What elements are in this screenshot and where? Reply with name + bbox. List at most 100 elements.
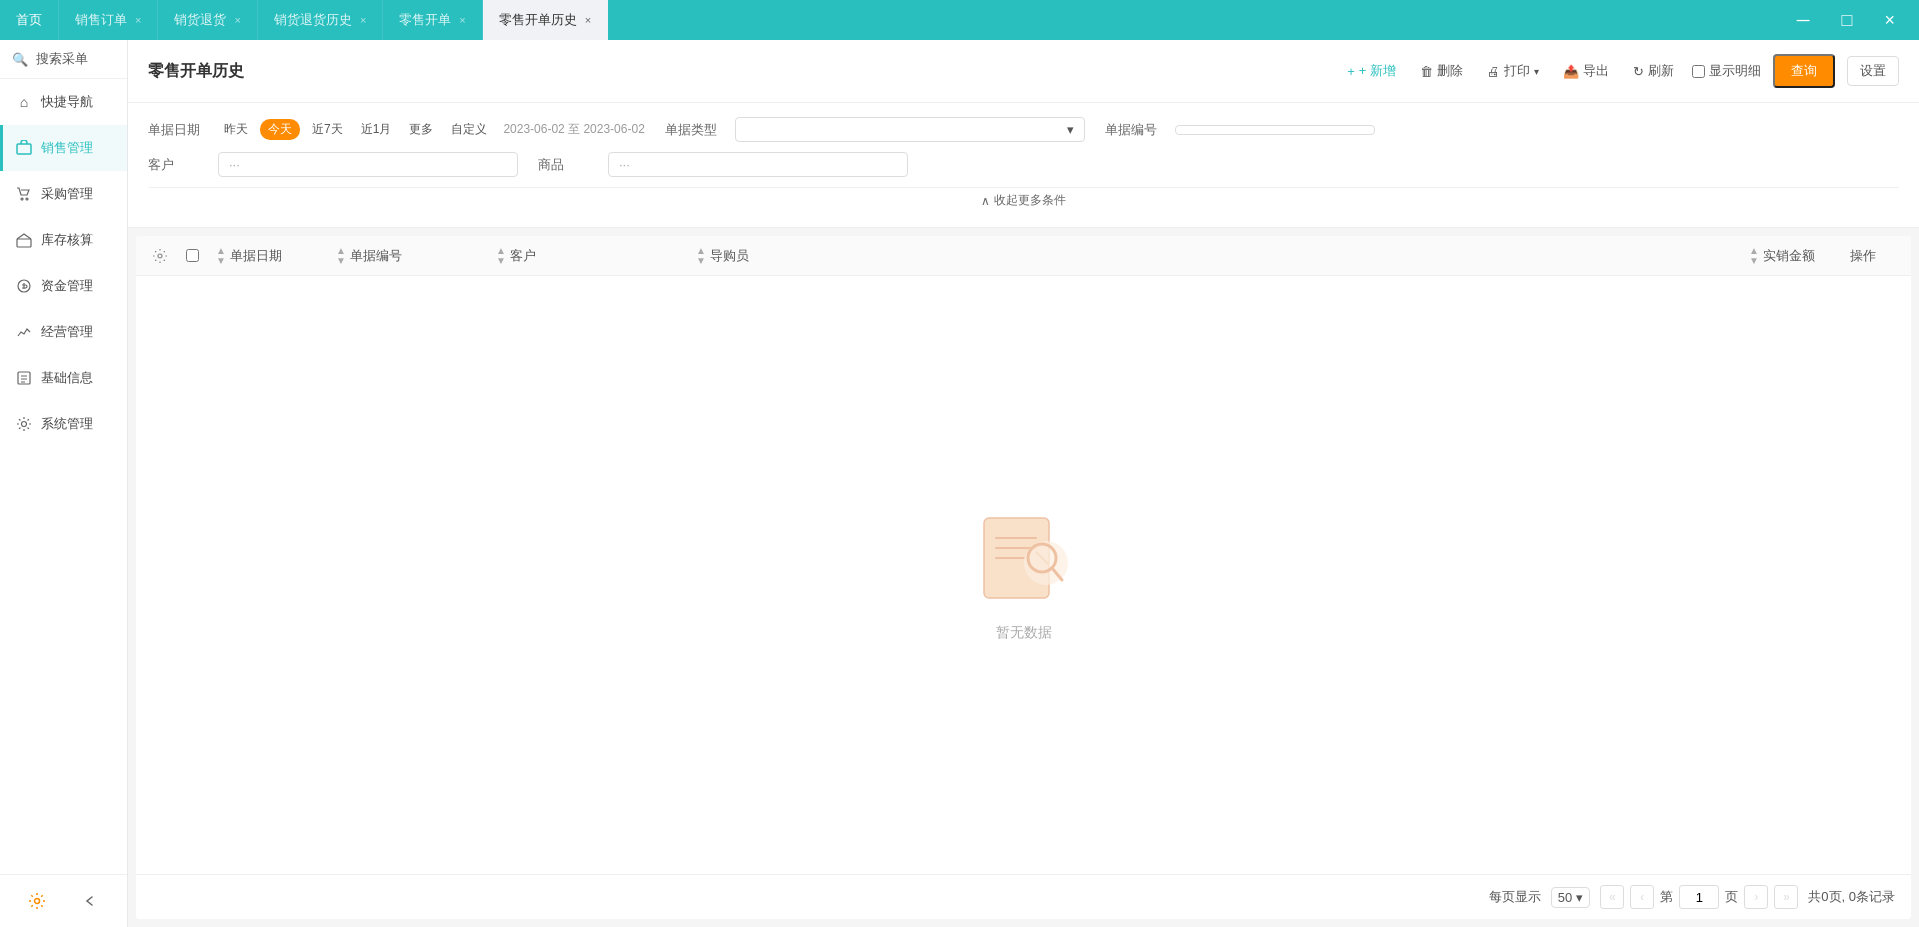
add-label: + 新增 (1359, 62, 1396, 80)
delete-button[interactable]: 🗑 删除 (1414, 58, 1469, 84)
tab-sales-order-close[interactable]: × (135, 14, 141, 26)
content-area: 零售开单历史 + + 新增 🗑 删除 🖨 打印 ▾ 📤 导出 (128, 40, 1919, 927)
refresh-button[interactable]: ↻ 刷新 (1627, 58, 1680, 84)
last-page-icon: » (1783, 890, 1790, 904)
export-button[interactable]: 📤 导出 (1557, 58, 1615, 84)
tab-retail-open-label: 零售开单 (399, 11, 451, 29)
tab-retail-open-close[interactable]: × (459, 14, 465, 26)
tab-sales-order[interactable]: 销售订单 × (59, 0, 158, 40)
tab-sales-return-close[interactable]: × (234, 14, 240, 26)
page-size-select[interactable]: 50 ▾ (1551, 887, 1590, 908)
top-bar: 首页 销售订单 × 销货退货 × 销货退货历史 × 零售开单 × 零售开单历史 … (0, 0, 1919, 40)
doc-type-filter-group: 单据类型 ▾ (665, 117, 1085, 142)
product-select[interactable]: ··· (608, 152, 908, 177)
date-btn-yesterday[interactable]: 昨天 (218, 119, 254, 140)
doc-type-label: 单据类型 (665, 121, 725, 139)
th-date[interactable]: ▲▼ 单据日期 (208, 246, 328, 266)
prev-page-btn[interactable]: ‹ (1630, 885, 1654, 909)
svg-point-1 (21, 198, 23, 200)
tab-sales-return[interactable]: 销货退货 × (158, 0, 257, 40)
date-range-display: 2023-06-02 至 2023-06-02 (503, 121, 644, 138)
window-maximize[interactable]: □ (1830, 10, 1865, 31)
th-date-sort-icon: ▲▼ (216, 246, 226, 266)
query-button[interactable]: 查询 (1773, 54, 1835, 88)
add-button[interactable]: + + 新增 (1341, 58, 1402, 84)
sidebar-item-finance[interactable]: 资金管理 (0, 263, 127, 309)
sidebar-settings-btn[interactable] (21, 885, 53, 917)
sidebar-item-finance-label: 资金管理 (41, 277, 93, 295)
window-minimize[interactable]: ─ (1785, 10, 1822, 31)
collapse-filter-btn[interactable]: ∧ 收起更多条件 (148, 187, 1899, 213)
table-settings-btn[interactable] (144, 248, 176, 264)
collapse-label: 收起更多条件 (994, 192, 1066, 209)
settings-button[interactable]: 设置 (1847, 56, 1899, 86)
print-button[interactable]: 🖨 打印 ▾ (1481, 58, 1545, 84)
th-amount[interactable]: ▲▼ 实销金额 (808, 246, 1823, 266)
date-btn-7days[interactable]: 近7天 (306, 119, 349, 140)
page-header: 零售开单历史 + + 新增 🗑 删除 🖨 打印 ▾ 📤 导出 (128, 40, 1919, 103)
first-page-btn[interactable]: « (1600, 885, 1624, 909)
date-btn-today[interactable]: 今天 (260, 119, 300, 140)
next-page-btn[interactable]: › (1744, 885, 1768, 909)
window-close[interactable]: × (1872, 10, 1907, 31)
page-number-input[interactable] (1679, 885, 1719, 909)
svg-rect-3 (17, 239, 31, 247)
doc-type-select[interactable]: ▾ (735, 117, 1085, 142)
last-page-btn[interactable]: » (1774, 885, 1798, 909)
sidebar-item-purchase[interactable]: 采购管理 (0, 171, 127, 217)
sidebar-search[interactable]: 🔍 搜索采单 (0, 40, 127, 79)
tab-retail-open-history[interactable]: 零售开单历史 × (483, 0, 608, 40)
next-page-icon: › (1754, 890, 1758, 904)
page-size-value: 50 (1558, 890, 1572, 905)
filter-area: 单据日期 昨天 今天 近7天 近1月 更多 自定义 2023-06-02 至 2… (128, 103, 1919, 228)
sidebar-item-operations[interactable]: 经营管理 (0, 309, 127, 355)
main-layout: 🔍 搜索采单 ⌂ 快捷导航 销售管理 (0, 40, 1919, 927)
date-btn-more[interactable]: 更多 (403, 119, 439, 140)
add-icon: + (1347, 64, 1355, 79)
sidebar-item-inventory[interactable]: 库存核算 (0, 217, 127, 263)
th-ops: 操作 (1823, 247, 1903, 265)
sidebar-collapse-btn[interactable] (74, 885, 106, 917)
empty-state: 暂无数据 (136, 276, 1911, 874)
tab-retail-open[interactable]: 零售开单 × (383, 0, 482, 40)
th-number-sort-icon: ▲▼ (336, 246, 346, 266)
select-all-checkbox[interactable] (186, 249, 199, 262)
date-btn-1month[interactable]: 近1月 (355, 119, 398, 140)
sidebar-item-basic-info[interactable]: 基础信息 (0, 355, 127, 401)
table-select-all[interactable] (176, 249, 208, 262)
tab-sales-return-history[interactable]: 销货退货历史 × (258, 0, 383, 40)
sidebar-item-quick-nav[interactable]: ⌂ 快捷导航 (0, 79, 127, 125)
tab-retail-open-history-label: 零售开单历史 (499, 11, 577, 29)
tab-sales-return-history-close[interactable]: × (360, 14, 366, 26)
tab-sales-return-history-label: 销货退货历史 (274, 11, 352, 29)
show-detail-checkbox-label[interactable]: 显示明细 (1692, 62, 1761, 80)
system-icon (15, 415, 33, 433)
th-guide[interactable]: ▲▼ 导购员 (688, 246, 808, 266)
sidebar-bottom (0, 874, 127, 927)
doc-number-input[interactable] (1175, 125, 1375, 135)
sidebar-item-system[interactable]: 系统管理 (0, 401, 127, 447)
show-detail-label: 显示明细 (1709, 62, 1761, 80)
tab-retail-open-history-close[interactable]: × (585, 14, 591, 26)
tab-home[interactable]: 首页 (0, 0, 59, 40)
table-area: ▲▼ 单据日期 ▲▼ 单据编号 ▲▼ 客户 ▲▼ 导购员 ▲▼ 实销金额 (136, 236, 1911, 919)
prev-page-icon: ‹ (1640, 890, 1644, 904)
customer-select[interactable]: ··· (218, 152, 518, 177)
page-size-label: 每页显示 (1489, 888, 1541, 906)
sidebar-nav: ⌂ 快捷导航 销售管理 (0, 79, 127, 874)
operations-icon (15, 323, 33, 341)
th-guide-label: 导购员 (710, 247, 749, 265)
show-detail-checkbox[interactable] (1692, 65, 1705, 78)
product-filter-group: 商品 ··· (538, 152, 908, 177)
svg-point-8 (158, 254, 162, 258)
filter-row-1: 单据日期 昨天 今天 近7天 近1月 更多 自定义 2023-06-02 至 2… (148, 117, 1899, 142)
customer-placeholder: ··· (229, 157, 240, 172)
date-btn-custom[interactable]: 自定义 (445, 119, 493, 140)
th-customer[interactable]: ▲▼ 客户 (488, 246, 688, 266)
th-number[interactable]: ▲▼ 单据编号 (328, 246, 488, 266)
date-filter-group: 单据日期 昨天 今天 近7天 近1月 更多 自定义 2023-06-02 至 2… (148, 119, 645, 140)
sidebar-item-system-label: 系统管理 (41, 415, 93, 433)
refresh-label: 刷新 (1648, 62, 1674, 80)
filter-row-2: 客户 ··· 商品 ··· (148, 152, 1899, 177)
sidebar-item-sales[interactable]: 销售管理 (0, 125, 127, 171)
